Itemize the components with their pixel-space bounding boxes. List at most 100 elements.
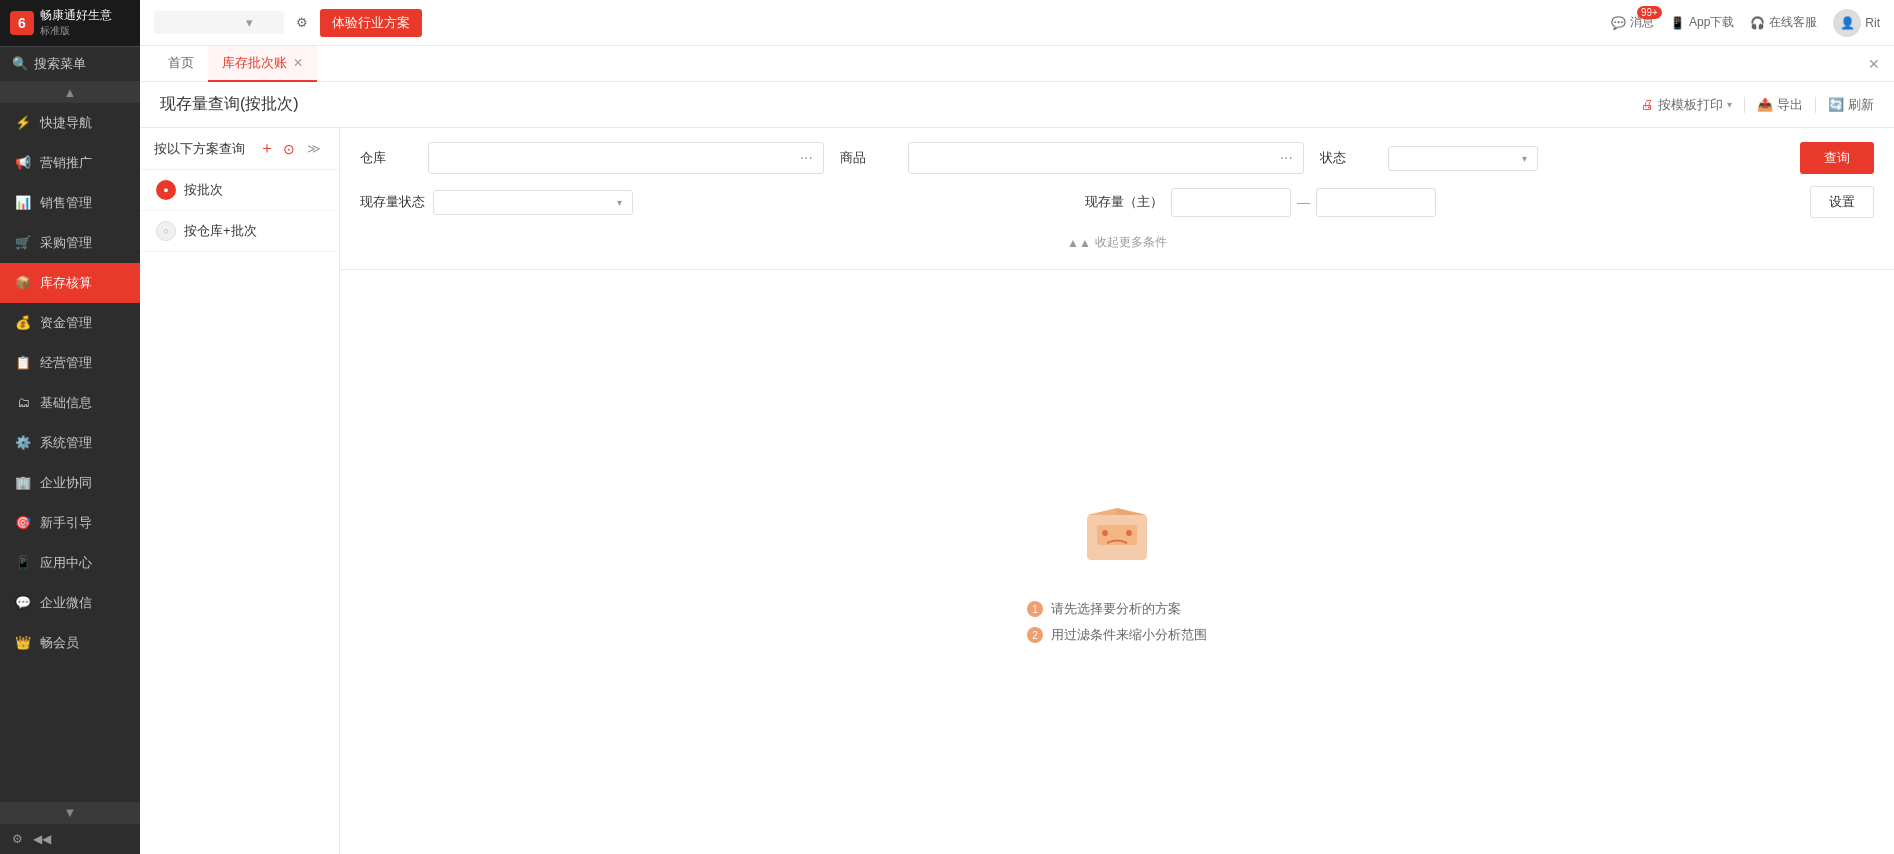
- empty-tip-2: 2 用过滤条件来缩小分析范围: [1027, 626, 1207, 644]
- scheme-by-warehouse-batch[interactable]: ○ 按仓库+批次: [140, 211, 339, 252]
- sidebar-item-quick-nav[interactable]: ⚡ 快捷导航: [0, 103, 140, 143]
- topbar-search-input[interactable]: [162, 16, 242, 30]
- sidebar-item-basic[interactable]: 🗂 基础信息: [0, 383, 140, 423]
- search-icon: 🔍: [12, 56, 28, 71]
- topbar-right: 💬 消息 99+ 📱 App下载 🎧 在线客服 👤 Rit: [1611, 9, 1880, 37]
- scheme-by-batch-label: 按批次: [184, 181, 223, 199]
- sidebar-item-operations[interactable]: 📋 经营管理: [0, 343, 140, 383]
- tip-text-2: 用过滤条件来缩小分析范围: [1051, 626, 1207, 644]
- app-center-icon: 📱: [14, 554, 32, 572]
- sidebar-footer: ⚙ ◀◀: [0, 823, 140, 854]
- refresh-btn[interactable]: 🔄 刷新: [1828, 96, 1874, 114]
- svg-point-5: [1126, 530, 1132, 536]
- search-menu[interactable]: 🔍 搜索菜单: [0, 47, 140, 82]
- panel-collapse-btn[interactable]: ≫: [303, 139, 325, 158]
- user-name: Rit: [1865, 16, 1880, 30]
- warehouse-filter: 仓库 ···: [360, 142, 824, 174]
- warehouse-input[interactable]: ···: [428, 142, 824, 174]
- status-select[interactable]: ▾: [1388, 146, 1538, 171]
- topbar-gear-icon[interactable]: ⚙: [292, 11, 312, 34]
- user-area[interactable]: 👤 Rit: [1833, 9, 1880, 37]
- quantity-label: 现存量（主）: [1085, 193, 1163, 211]
- svg-marker-2: [1117, 508, 1147, 515]
- collapse-sidebar-icon: ◀◀: [33, 832, 51, 846]
- sidebar-item-purchase[interactable]: 🛒 采购管理: [0, 223, 140, 263]
- sidebar-scroll-up[interactable]: ▲: [0, 82, 140, 103]
- scheme-by-warehouse-batch-icon: ○: [156, 221, 176, 241]
- sidebar-item-finance[interactable]: 💰 资金管理: [0, 303, 140, 343]
- sidebar-item-label: 库存核算: [40, 274, 92, 292]
- add-scheme-icon[interactable]: ＋: [259, 138, 275, 159]
- right-panel: 仓库 ··· 商品 ··· 状态: [340, 128, 1894, 854]
- sidebar: 6 畅康通好生意 标准版 🔍 搜索菜单 ▲ ⚡ 快捷导航 📢 营销推广 📊 销售…: [0, 0, 140, 854]
- query-btn[interactable]: 查询: [1800, 142, 1874, 174]
- print-btn[interactable]: 🖨 按模板打印 ▾: [1641, 96, 1732, 114]
- sidebar-scroll-down[interactable]: ▼: [0, 802, 140, 823]
- sidebar-header: 6 畅康通好生意 标准版: [0, 0, 140, 47]
- inventory-status-select[interactable]: ▾: [433, 190, 633, 215]
- quantity-dash: —: [1297, 195, 1310, 210]
- left-panel-actions: ＋ ⊙ ≫: [259, 138, 325, 159]
- topbar-search-box[interactable]: ▾: [154, 11, 284, 34]
- tab-inventory-batch-close[interactable]: ✕: [293, 57, 303, 69]
- scheme-by-batch-icon: ●: [156, 180, 176, 200]
- product-label: 商品: [840, 149, 900, 167]
- action-sep-2: [1815, 97, 1816, 113]
- sidebar-nav: ⚡ 快捷导航 📢 营销推广 📊 销售管理 🛒 采购管理 📦 库存核算 💰 资金管…: [0, 103, 140, 802]
- sidebar-item-app-center[interactable]: 📱 应用中心: [0, 543, 140, 583]
- sidebar-item-enterprise[interactable]: 🏢 企业协同: [0, 463, 140, 503]
- tab-close-all-icon[interactable]: ✕: [1868, 56, 1880, 72]
- sidebar-item-newbie[interactable]: 🎯 新手引导: [0, 503, 140, 543]
- inventory-status-label: 现存量状态: [360, 193, 425, 211]
- sidebar-item-member[interactable]: 👑 畅会员: [0, 623, 140, 663]
- svg-marker-1: [1087, 508, 1117, 515]
- finance-icon: 💰: [14, 314, 32, 332]
- topbar: ▾ ⚙ 体验行业方案 💬 消息 99+ 📱 App下载 🎧 在线客服 👤 Rit: [140, 0, 1894, 46]
- app-download-icon: 📱: [1670, 16, 1685, 30]
- sidebar-item-label: 系统管理: [40, 434, 92, 452]
- export-btn[interactable]: 📤 导出: [1757, 96, 1803, 114]
- filter-row-2: 现存量状态 ▾ 现存量（主） — 设置: [360, 186, 1874, 218]
- scheme-by-batch[interactable]: ● 按批次: [140, 170, 339, 211]
- experience-btn[interactable]: 体验行业方案: [320, 9, 422, 37]
- sidebar-item-system[interactable]: ⚙️ 系统管理: [0, 423, 140, 463]
- collapse-sidebar-btn[interactable]: ◀◀: [33, 832, 51, 846]
- message-icon: 💬: [1611, 16, 1626, 30]
- chevron-up-icon: ▲▲: [1067, 236, 1091, 250]
- purchase-icon: 🛒: [14, 234, 32, 252]
- message-btn[interactable]: 💬 消息 99+: [1611, 14, 1654, 31]
- refresh-icon: 🔄: [1828, 97, 1844, 112]
- tab-home[interactable]: 首页: [154, 46, 208, 82]
- sales-icon: 📊: [14, 194, 32, 212]
- empty-svg: [1067, 480, 1167, 570]
- sidebar-item-sales[interactable]: 📊 销售管理: [0, 183, 140, 223]
- settings-footer-btn[interactable]: ⚙: [12, 832, 23, 846]
- left-panel-header: 按以下方案查询 ＋ ⊙ ≫: [140, 128, 339, 170]
- sidebar-item-inventory[interactable]: 📦 库存核算: [0, 263, 140, 303]
- scheme-settings-icon[interactable]: ⊙: [283, 141, 295, 157]
- online-service-btn[interactable]: 🎧 在线客服: [1750, 14, 1817, 31]
- tab-inventory-batch[interactable]: 库存批次账 ✕: [208, 46, 317, 82]
- sidebar-item-wechat[interactable]: 💬 企业微信: [0, 583, 140, 623]
- print-dropdown-icon[interactable]: ▾: [1727, 99, 1732, 110]
- filter-area: 仓库 ··· 商品 ··· 状态: [340, 128, 1894, 270]
- settings-btn[interactable]: 设置: [1810, 186, 1874, 218]
- topbar-dropdown-icon[interactable]: ▾: [246, 15, 253, 30]
- collapse-more-btn[interactable]: ▲▲ 收起更多条件: [360, 230, 1874, 255]
- content: 按以下方案查询 ＋ ⊙ ≫ ● 按批次 ○ 按仓库+批次: [140, 128, 1894, 854]
- quantity-min-input[interactable]: [1171, 188, 1291, 217]
- quantity-range: —: [1171, 188, 1436, 217]
- operations-icon: 📋: [14, 354, 32, 372]
- inventory-status-filter: 现存量状态 ▾: [360, 190, 1069, 215]
- quantity-max-input[interactable]: [1316, 188, 1436, 217]
- tip-text-1: 请先选择要分析的方案: [1051, 600, 1181, 618]
- inventory-icon: 📦: [14, 274, 32, 292]
- page-header: 现存量查询(按批次) 🖨 按模板打印 ▾ 📤 导出 🔄 刷新: [140, 82, 1894, 128]
- sidebar-item-label: 企业协同: [40, 474, 92, 492]
- product-input[interactable]: ···: [908, 142, 1304, 174]
- app-download-btn[interactable]: 📱 App下载: [1670, 14, 1734, 31]
- sidebar-item-marketing[interactable]: 📢 营销推广: [0, 143, 140, 183]
- sidebar-item-label: 采购管理: [40, 234, 92, 252]
- tab-home-label: 首页: [168, 54, 194, 72]
- sidebar-item-label: 营销推广: [40, 154, 92, 172]
